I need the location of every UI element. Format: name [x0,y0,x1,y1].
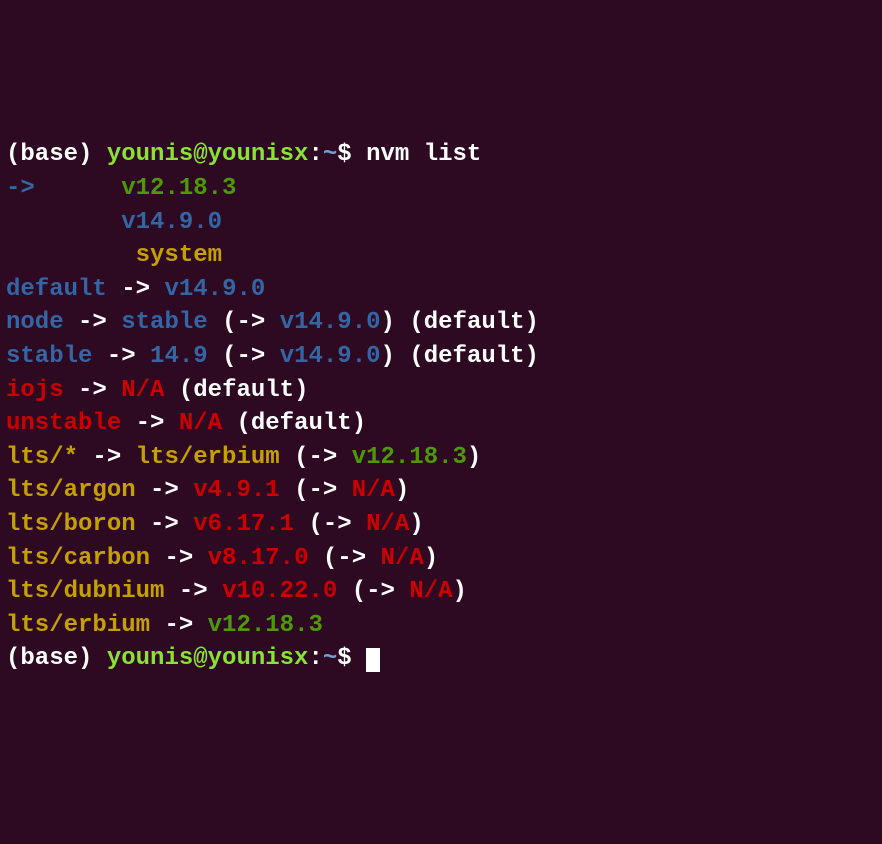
arrow: -> [150,477,179,504]
lts-dubnium-na: N/A [409,578,452,605]
prompt-dollar: $ [337,645,351,672]
stable-version: v14.9.0 [280,343,381,370]
prompt-base: (base) [6,645,92,672]
arrow: -> [150,511,179,538]
stable-label: stable [6,343,92,370]
lts-erbium-label: lts/erbium [6,612,150,639]
paren-close: ) [381,309,395,336]
cursor-icon[interactable] [366,648,380,672]
default-tag: (default) [179,377,309,404]
paren-open: ( [308,511,322,538]
lts-boron-na: N/A [366,511,409,538]
node-version: v14.9.0 [280,309,381,336]
lts-boron-version: v6.17.1 [193,511,294,538]
version-current: v12.18.3 [121,175,236,202]
paren-open: ( [294,477,308,504]
inner-arrow: -> [323,511,352,538]
arrow: -> [164,545,193,572]
lts-argon-version: v4.9.1 [193,477,279,504]
arrow: -> [78,309,107,336]
paren-close: ) [453,578,467,605]
command-text: nvm list [366,141,481,168]
inner-arrow: -> [366,578,395,605]
prompt-colon: : [308,645,322,672]
inner-arrow: -> [236,343,265,370]
lts-argon-na: N/A [352,477,395,504]
paren-close: ) [409,511,423,538]
prompt-userhost: younis@younisx [107,645,309,672]
paren-open: ( [352,578,366,605]
prompt-userhost: younis@younisx [107,141,309,168]
arrow: -> [121,276,150,303]
arrow: -> [164,612,193,639]
inner-arrow: -> [337,545,366,572]
lts-star-label: lts/* [6,444,78,471]
lts-star-version: v12.18.3 [352,444,467,471]
paren-close: ) [424,545,438,572]
inner-arrow: -> [236,309,265,336]
stable-target: 14.9 [150,343,208,370]
version-v14: v14.9.0 [121,209,222,236]
paren-open: ( [294,444,308,471]
default-tag: (default) [409,343,539,370]
paren-open: ( [222,343,236,370]
node-target: stable [121,309,207,336]
paren-close: ) [467,444,481,471]
arrow: -> [136,410,165,437]
default-label: default [6,276,107,303]
default-version: v14.9.0 [164,276,265,303]
paren-open: ( [323,545,337,572]
lts-dubnium-version: v10.22.0 [222,578,337,605]
prompt-path: ~ [323,645,337,672]
paren-open: ( [222,309,236,336]
lts-carbon-label: lts/carbon [6,545,150,572]
lts-dubnium-label: lts/dubnium [6,578,164,605]
paren-close: ) [395,477,409,504]
lts-carbon-na: N/A [381,545,424,572]
default-tag: (default) [409,309,539,336]
iojs-na: N/A [121,377,164,404]
unstable-na: N/A [179,410,222,437]
prompt-dollar: $ [337,141,351,168]
arrow: -> [92,444,121,471]
system-label: system [136,242,222,269]
paren-close: ) [381,343,395,370]
iojs-label: iojs [6,377,64,404]
arrow: -> [179,578,208,605]
inner-arrow: -> [308,444,337,471]
prompt-base: (base) [6,141,92,168]
arrow-current: -> [6,175,35,202]
lts-argon-label: lts/argon [6,477,136,504]
arrow: -> [78,377,107,404]
prompt-path: ~ [323,141,337,168]
node-label: node [6,309,64,336]
lts-boron-label: lts/boron [6,511,136,538]
arrow: -> [107,343,136,370]
lts-star-target: lts/erbium [136,444,280,471]
inner-arrow: -> [308,477,337,504]
prompt-colon: : [308,141,322,168]
default-tag: (default) [236,410,366,437]
unstable-label: unstable [6,410,121,437]
terminal-output[interactable]: (base) younis@younisx:~$ nvm list -> v12… [6,138,876,676]
lts-carbon-version: v8.17.0 [208,545,309,572]
lts-erbium-version: v12.18.3 [208,612,323,639]
